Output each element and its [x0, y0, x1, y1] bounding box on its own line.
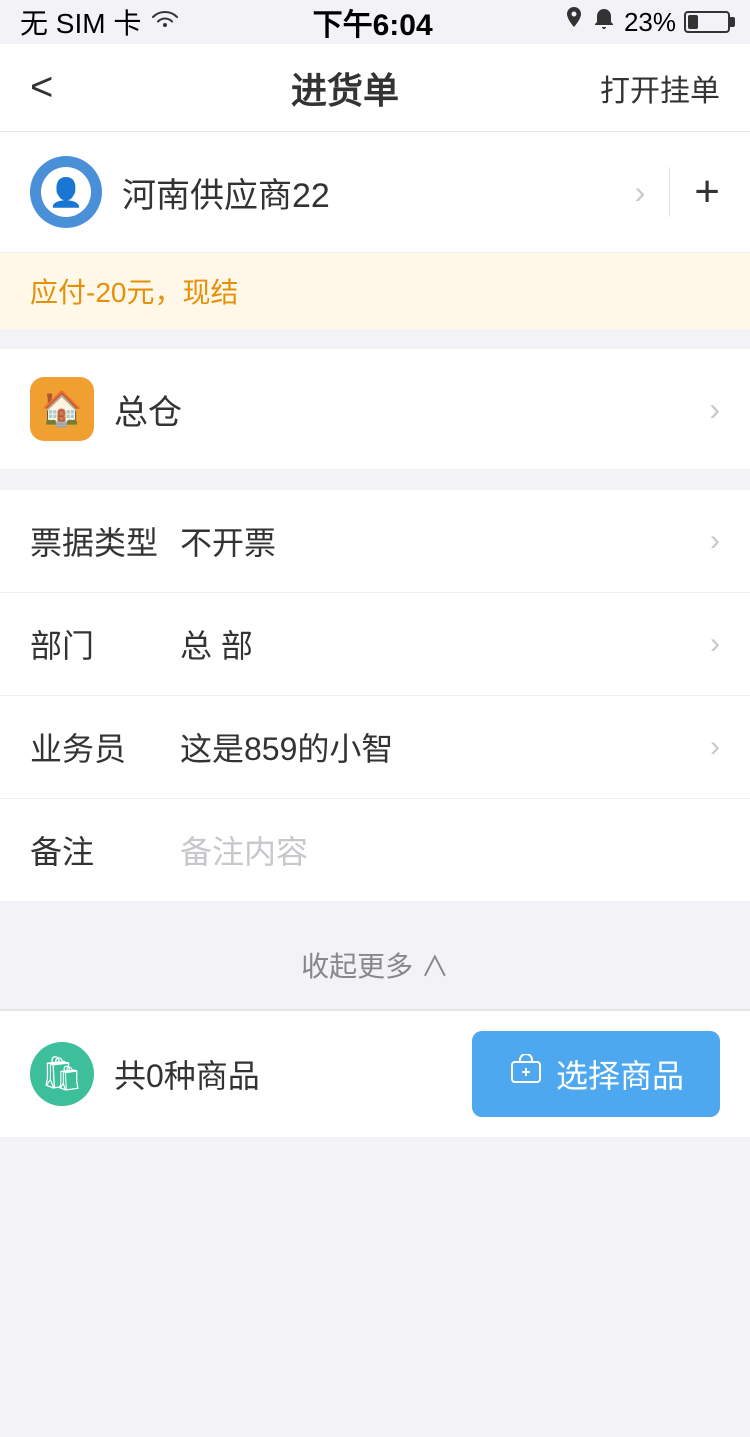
- person-icon: 👤: [49, 176, 84, 209]
- add-supplier-button[interactable]: +: [694, 167, 720, 217]
- goods-count-label: 共0种商品: [114, 1051, 472, 1097]
- vertical-divider: [669, 167, 670, 217]
- battery-icon: [684, 11, 730, 33]
- status-right: 23%: [564, 7, 730, 38]
- department-value: 总 部: [160, 621, 710, 667]
- department-row[interactable]: 部门 总 部 ›: [0, 593, 750, 696]
- select-goods-label: 选择商品: [556, 1051, 684, 1097]
- wifi-icon: [149, 6, 181, 38]
- department-chevron-icon: ›: [710, 627, 720, 661]
- goods-icon-bg: 🛍: [30, 1042, 94, 1106]
- back-button[interactable]: <: [30, 65, 90, 110]
- status-left: 无 SIM 卡: [20, 2, 181, 42]
- form-card: 票据类型 不开票 › 部门 总 部 › 业务员 这是859的小智 › 备注 备注…: [0, 490, 750, 901]
- supplier-chevron-icon: ›: [635, 174, 646, 211]
- location-icon: [564, 7, 584, 38]
- salesperson-chevron-icon: ›: [710, 730, 720, 764]
- supplier-row[interactable]: 👤 河南供应商22 › +: [0, 132, 750, 253]
- salesperson-value: 这是859的小智: [160, 724, 710, 770]
- invoice-chevron-icon: ›: [710, 524, 720, 558]
- warehouse-icon-bg: 🏠: [30, 377, 94, 441]
- department-label: 部门: [30, 621, 160, 667]
- supplier-name: 河南供应商22: [122, 168, 635, 217]
- cart-icon: 🛍: [40, 1054, 83, 1094]
- bottom-bar: 🛍 共0种商品 选择商品: [0, 1010, 750, 1137]
- status-time: 下午6:04: [313, 0, 433, 44]
- carrier-label: 无 SIM 卡: [20, 2, 141, 42]
- avatar-inner: 👤: [41, 167, 91, 217]
- collapse-row[interactable]: 收起更多 ∧: [0, 921, 750, 1010]
- battery-label: 23%: [624, 7, 676, 38]
- nav-bar: < 进货单 打开挂单: [0, 44, 750, 132]
- warehouse-card: 🏠 总仓 ›: [0, 349, 750, 470]
- warehouse-chevron-icon: ›: [709, 391, 720, 428]
- invoice-type-label: 票据类型: [30, 518, 160, 564]
- page-title: 进货单: [291, 62, 399, 114]
- select-goods-cart-icon: [508, 1054, 544, 1094]
- alarm-icon: [592, 7, 616, 38]
- remark-label: 备注: [30, 827, 160, 873]
- select-goods-button[interactable]: 选择商品: [472, 1031, 720, 1117]
- content: 👤 河南供应商22 › + 应付-20元，现结 🏠 总仓 › 票据类型 不开票 …: [0, 132, 750, 1437]
- remark-input[interactable]: 备注内容: [160, 827, 720, 873]
- supplier-avatar: 👤: [30, 156, 102, 228]
- supplier-alert: 应付-20元，现结: [0, 253, 750, 329]
- warehouse-icon: 🏠: [41, 389, 83, 429]
- invoice-type-row[interactable]: 票据类型 不开票 ›: [0, 490, 750, 593]
- collapse-label: 收起更多 ∧: [301, 945, 449, 985]
- status-bar: 无 SIM 卡 下午6:04 23%: [0, 0, 750, 44]
- open-pending-button[interactable]: 打开挂单: [600, 66, 720, 110]
- warehouse-row[interactable]: 🏠 总仓 ›: [0, 349, 750, 470]
- salesperson-row[interactable]: 业务员 这是859的小智 ›: [0, 696, 750, 799]
- invoice-type-value: 不开票: [160, 518, 710, 564]
- remark-row[interactable]: 备注 备注内容: [0, 799, 750, 901]
- empty-space: [0, 1137, 750, 1437]
- warehouse-label: 总仓: [114, 385, 709, 434]
- salesperson-label: 业务员: [30, 724, 160, 770]
- supplier-card: 👤 河南供应商22 › + 应付-20元，现结: [0, 132, 750, 329]
